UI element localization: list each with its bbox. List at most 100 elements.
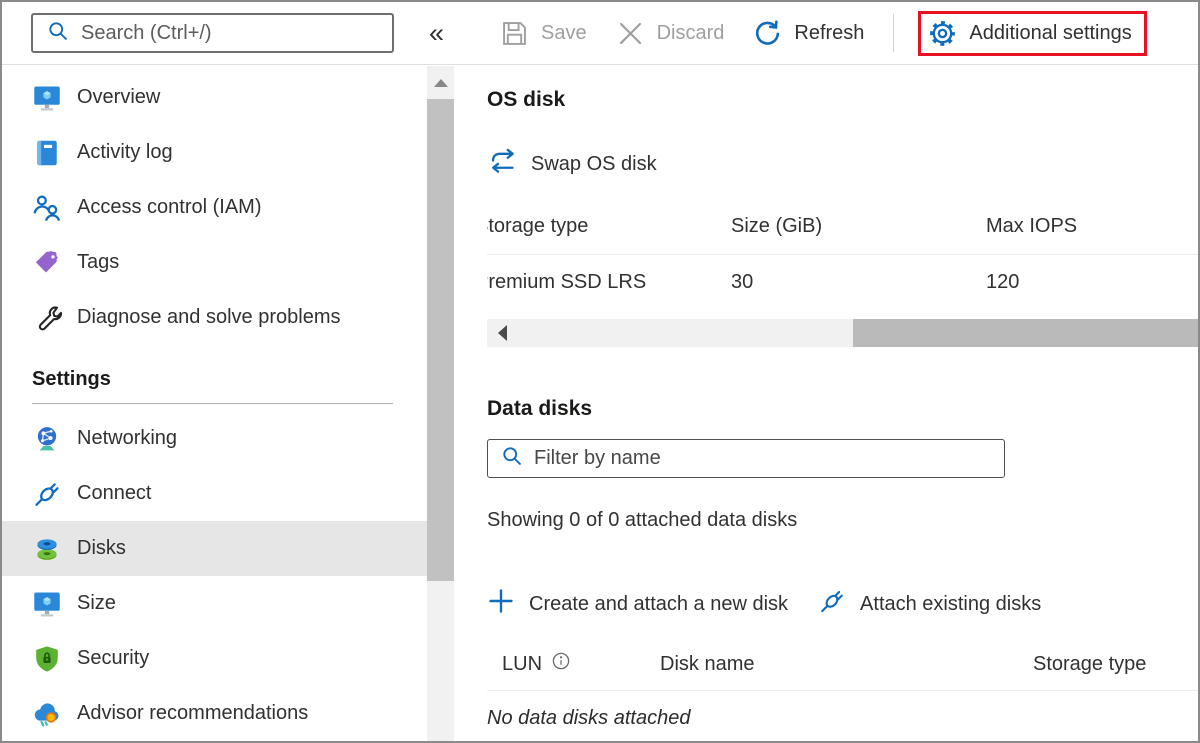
activity-log-icon (32, 138, 62, 168)
discard-icon (616, 19, 645, 48)
sidebar-item-label: Tags (77, 251, 119, 274)
tags-icon (32, 248, 62, 278)
additional-settings-button[interactable]: Additional settings (928, 19, 1131, 48)
cell-max-iops: 120 (986, 255, 1198, 314)
no-data-disks-message: No data disks attached (487, 707, 1198, 730)
azure-vm-disks-page: « Overview Activity log Access control (… (0, 0, 1200, 743)
diagnose-icon (32, 303, 62, 333)
column-header-storage-type[interactable]: Storage type (487, 200, 731, 254)
vm-overview-icon (32, 83, 62, 113)
os-disk-heading: OS disk (487, 88, 1198, 112)
data-disks-heading: Data disks (487, 397, 1198, 421)
sidebar-item-tags[interactable]: Tags (2, 235, 428, 290)
sidebar-nav: Overview Activity log Access control (IA… (2, 65, 428, 741)
advisor-icon (32, 699, 62, 729)
data-disk-actions: Create and attach a new disk Attach exis… (487, 587, 1198, 621)
sidebar-scrollbar-thumb[interactable] (427, 99, 454, 581)
sidebar-item-label: Connect (77, 482, 152, 505)
attach-existing-disks-button[interactable]: Attach existing disks (818, 587, 1041, 621)
sidebar-item-diagnose[interactable]: Diagnose and solve problems (2, 290, 428, 345)
column-header-disk-name[interactable]: Disk name (660, 651, 1033, 690)
attach-existing-disks-label: Attach existing disks (860, 593, 1041, 616)
triangle-up-icon (434, 79, 448, 87)
settings-section-header: Settings (2, 361, 428, 397)
save-button[interactable]: Save (500, 19, 587, 48)
sidebar-item-label: Security (77, 647, 149, 670)
sidebar-item-overview[interactable]: Overview (2, 70, 428, 125)
sidebar-item-label: Advisor recommendations (77, 702, 308, 725)
attach-plug-icon (818, 587, 846, 621)
sidebar-item-access-control[interactable]: Access control (IAM) (2, 180, 428, 235)
sidebar-item-label: Access control (IAM) (77, 196, 261, 219)
os-disk-table-row[interactable]: Premium SSD LRS 30 120 (487, 255, 1198, 314)
toolbar-separator (893, 14, 894, 52)
scrollbar-up-button[interactable] (427, 66, 454, 99)
filter-by-name-input[interactable] (534, 447, 992, 470)
swap-icon (487, 148, 518, 180)
sidebar-item-networking[interactable]: Networking (2, 411, 428, 466)
refresh-icon (753, 19, 782, 48)
create-attach-disk-label: Create and attach a new disk (529, 593, 788, 616)
discard-label: Discard (657, 22, 725, 45)
sidebar-item-label: Networking (77, 427, 177, 450)
horizontal-scrollbar-thumb[interactable] (853, 319, 1198, 347)
refresh-button[interactable]: Refresh (753, 19, 864, 48)
os-disk-table-header: Storage type Size (GiB) Max IOPS (487, 200, 1198, 255)
filter-box (487, 439, 1005, 478)
collapse-sidebar-icon[interactable]: « (429, 20, 444, 47)
lun-label: LUN (502, 653, 542, 676)
search-input[interactable] (81, 22, 382, 45)
disks-icon (32, 534, 62, 564)
search-icon (47, 20, 69, 47)
save-icon (500, 19, 529, 48)
sidebar-item-label: Activity log (77, 141, 173, 164)
create-attach-disk-button[interactable]: Create and attach a new disk (487, 587, 788, 621)
size-icon (32, 589, 62, 619)
os-table-horizontal-scrollbar (487, 319, 1198, 347)
plus-icon (487, 587, 515, 621)
access-control-icon (32, 193, 62, 223)
column-header-dd-storage-type[interactable]: Storage type (1033, 651, 1198, 690)
column-header-size-gib[interactable]: Size (GiB) (731, 200, 986, 254)
sidebar-item-advisor[interactable]: Advisor recommendations (2, 686, 428, 741)
data-disks-table-header: LUN Disk name Storage type (487, 651, 1198, 691)
sidebar-item-disks[interactable]: Disks (2, 521, 428, 576)
column-header-max-iops[interactable]: Max IOPS (986, 200, 1198, 254)
sidebar-item-label: Diagnose and solve problems (77, 306, 341, 329)
cell-size-gib: 30 (731, 255, 986, 314)
connect-icon (32, 479, 62, 509)
additional-settings-label: Additional settings (969, 22, 1131, 45)
sidebar-search-box (31, 13, 394, 53)
main-panel: Save Discard Refresh Ad (460, 2, 1198, 741)
swap-os-disk-button[interactable]: Swap OS disk (487, 148, 657, 180)
networking-icon (32, 424, 62, 454)
sidebar-search-row: « (2, 2, 460, 65)
gear-icon (928, 19, 957, 48)
filter-search-icon (501, 445, 523, 472)
sidebar-item-size[interactable]: Size (2, 576, 428, 631)
save-label: Save (541, 22, 587, 45)
attached-disks-summary: Showing 0 of 0 attached data disks (487, 509, 1198, 532)
swap-os-disk-label: Swap OS disk (531, 153, 657, 176)
additional-settings-callout: Additional settings (918, 11, 1146, 56)
command-toolbar: Save Discard Refresh Ad (460, 2, 1198, 65)
sidebar: « Overview Activity log Access control (… (2, 2, 460, 741)
info-icon[interactable] (551, 651, 571, 677)
refresh-label: Refresh (794, 22, 864, 45)
main-content: OS disk Swap OS disk Storage type Size (… (460, 88, 1198, 730)
sidebar-item-security[interactable]: Security (2, 631, 428, 686)
discard-button[interactable]: Discard (616, 19, 725, 48)
scrollbar-left-button[interactable] (487, 325, 517, 341)
triangle-left-icon (498, 325, 507, 341)
sidebar-item-activity-log[interactable]: Activity log (2, 125, 428, 180)
sidebar-item-label: Size (77, 592, 116, 615)
sidebar-item-connect[interactable]: Connect (2, 466, 428, 521)
sidebar-scrollbar (427, 66, 454, 741)
column-header-lun[interactable]: LUN (502, 651, 660, 690)
cell-storage-type: Premium SSD LRS (487, 255, 731, 314)
sidebar-item-label: Overview (77, 86, 160, 109)
sidebar-item-label: Disks (77, 537, 126, 560)
os-disk-table: Storage type Size (GiB) Max IOPS Premium… (487, 200, 1198, 314)
security-icon (32, 644, 62, 674)
settings-divider (32, 403, 393, 404)
